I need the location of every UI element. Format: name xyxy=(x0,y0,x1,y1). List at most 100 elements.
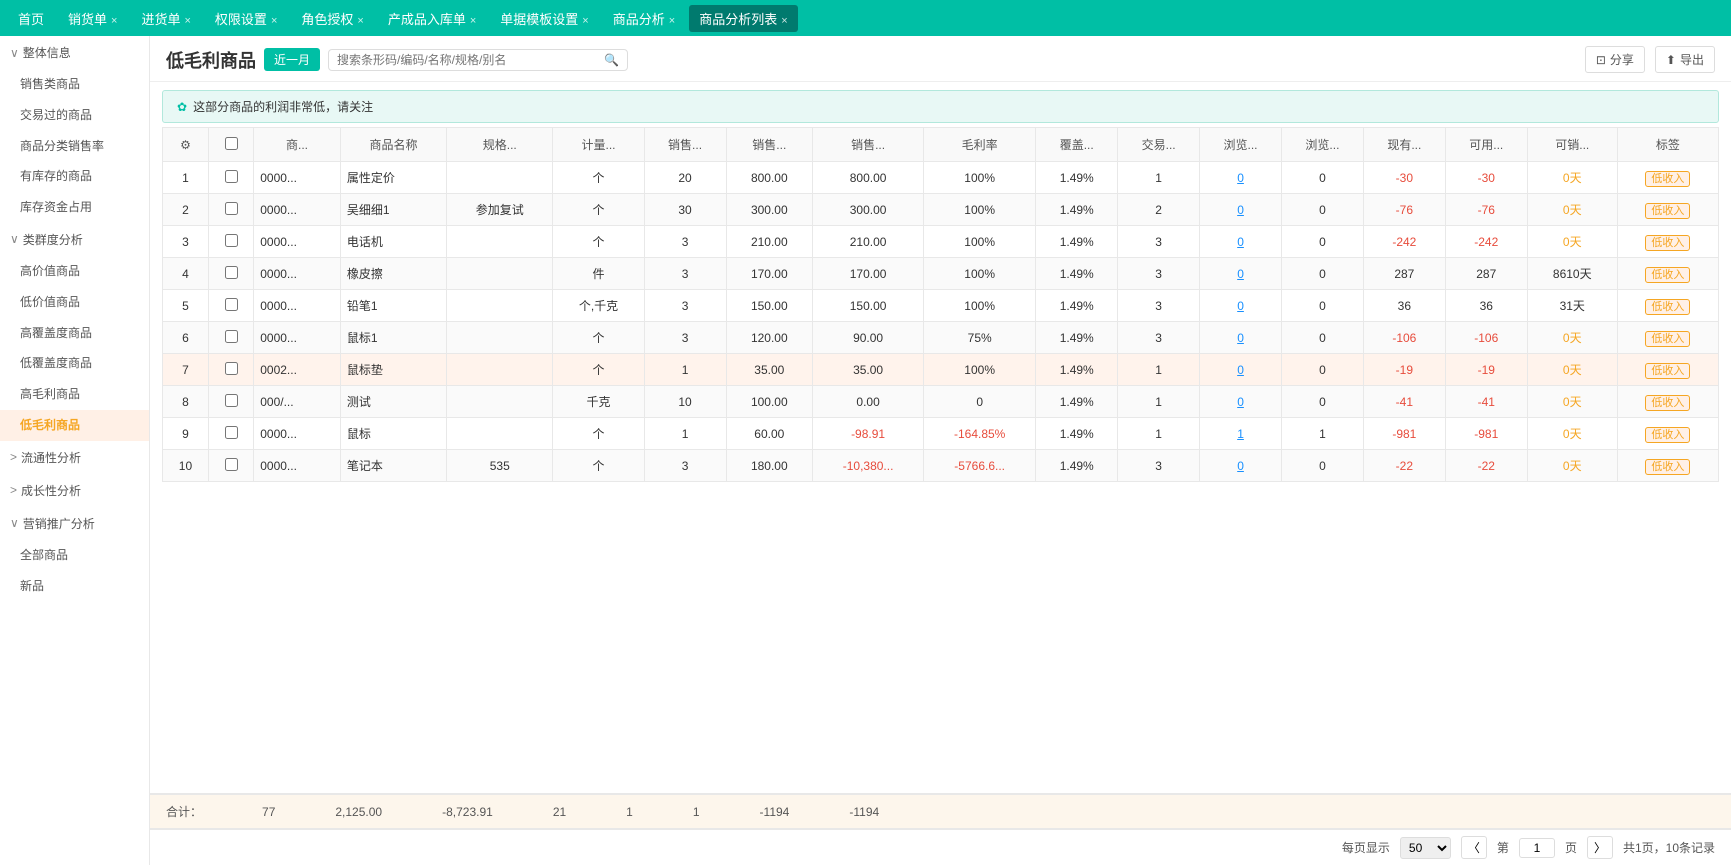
row-spec xyxy=(447,258,553,290)
row-checkbox[interactable] xyxy=(208,418,253,450)
sidebar-item-高毛利商品[interactable]: 高毛利商品 xyxy=(0,379,149,410)
row-select-checkbox[interactable] xyxy=(225,266,238,279)
row-views1[interactable]: 1 xyxy=(1200,418,1282,450)
page-number-input[interactable] xyxy=(1519,838,1555,858)
col-grossrate: 毛利率 xyxy=(924,128,1036,162)
row-views1[interactable]: 0 xyxy=(1200,258,1282,290)
row-salesqty: 3 xyxy=(644,450,726,482)
sidebar-item-高价值商品[interactable]: 高价值商品 xyxy=(0,256,149,287)
nav-item-单据模板设置[interactable]: 单据模板设置× xyxy=(490,5,598,32)
sidebar-item-有库存的商品[interactable]: 有库存的商品 xyxy=(0,161,149,192)
row-unit: 个 xyxy=(553,226,644,258)
row-select-checkbox[interactable] xyxy=(225,202,238,215)
nav-item-角色授权[interactable]: 角色授权× xyxy=(291,5,373,32)
row-select-checkbox[interactable] xyxy=(225,362,238,375)
nav-item-商品分析列表[interactable]: 商品分析列表× xyxy=(689,5,797,32)
sidebar-group-营销推广分析[interactable]: ∨营销推广分析 xyxy=(0,507,149,540)
row-checkbox[interactable] xyxy=(208,194,253,226)
select-all-checkbox[interactable] xyxy=(225,137,238,150)
sidebar-group-成长性分析[interactable]: >成长性分析 xyxy=(0,474,149,507)
nav-item-产成品入库单[interactable]: 产成品入库单× xyxy=(378,5,486,32)
sidebar-group-流通性分析[interactable]: >流通性分析 xyxy=(0,441,149,474)
row-select-checkbox[interactable] xyxy=(225,426,238,439)
footer-salesamt: 2,125.00 xyxy=(335,805,382,819)
row-tag: 低收入 xyxy=(1617,226,1718,258)
sidebar-item-库存资金占用[interactable]: 库存资金占用 xyxy=(0,192,149,223)
close-icon[interactable]: × xyxy=(357,15,363,27)
row-checkbox[interactable] xyxy=(208,226,253,258)
row-currentstock: -30 xyxy=(1363,162,1445,194)
row-grossrate: 100% xyxy=(924,258,1036,290)
row-salesamt: 180.00 xyxy=(726,450,813,482)
sidebar-item-商品分类销售率[interactable]: 商品分类销售率 xyxy=(0,131,149,162)
sidebar-item-低价值商品[interactable]: 低价值商品 xyxy=(0,287,149,318)
row-checkbox[interactable] xyxy=(208,354,253,386)
sidebar-group-类群度分析[interactable]: ∨类群度分析 xyxy=(0,223,149,256)
row-checkbox[interactable] xyxy=(208,386,253,418)
row-saleabledays: 0天 xyxy=(1527,418,1617,450)
col-name: 商品名称 xyxy=(340,128,446,162)
sidebar-item-交易过的商品[interactable]: 交易过的商品 xyxy=(0,100,149,131)
next-page-btn[interactable]: 〉 xyxy=(1587,836,1613,859)
table-row: 1 0000... 属性定价 个 20 800.00 800.00 100% 1… xyxy=(163,162,1719,194)
row-select-checkbox[interactable] xyxy=(225,330,238,343)
share-button[interactable]: ⊡ 分享 xyxy=(1585,46,1645,73)
sidebar-group-整体信息[interactable]: ∨整体信息 xyxy=(0,36,149,69)
close-icon[interactable]: × xyxy=(669,15,675,27)
close-icon[interactable]: × xyxy=(582,15,588,27)
row-select-checkbox[interactable] xyxy=(225,170,238,183)
row-saleabledays: 0天 xyxy=(1527,322,1617,354)
row-views2: 0 xyxy=(1281,162,1363,194)
row-select-checkbox[interactable] xyxy=(225,394,238,407)
row-salesqty: 3 xyxy=(644,226,726,258)
row-checkbox[interactable] xyxy=(208,290,253,322)
row-select-checkbox[interactable] xyxy=(225,234,238,247)
sidebar-item-低毛利商品[interactable]: 低毛利商品 xyxy=(0,410,149,441)
nav-item-商品分析[interactable]: 商品分析× xyxy=(603,5,685,32)
row-checkbox[interactable] xyxy=(208,258,253,290)
sidebar-item-销售类商品[interactable]: 销售类商品 xyxy=(0,69,149,100)
search-input[interactable] xyxy=(337,53,600,67)
row-views1[interactable]: 0 xyxy=(1200,354,1282,386)
row-views1[interactable]: 0 xyxy=(1200,386,1282,418)
search-box: 🔍 xyxy=(328,49,628,71)
expand-arrow: ∨ xyxy=(10,232,19,246)
row-spec xyxy=(447,418,553,450)
nav-item-进货单[interactable]: 进货单× xyxy=(131,5,200,32)
row-views1[interactable]: 0 xyxy=(1200,322,1282,354)
close-icon[interactable]: × xyxy=(781,15,787,27)
row-checkbox[interactable] xyxy=(208,450,253,482)
sidebar-item-高覆盖度商品[interactable]: 高覆盖度商品 xyxy=(0,318,149,349)
row-salesqty: 10 xyxy=(644,386,726,418)
close-icon[interactable]: × xyxy=(184,15,190,27)
main-layout: ∨整体信息销售类商品交易过的商品商品分类销售率有库存的商品库存资金占用∨类群度分… xyxy=(0,36,1731,865)
close-icon[interactable]: × xyxy=(111,15,117,27)
row-salesqty: 20 xyxy=(644,162,726,194)
search-icon[interactable]: 🔍 xyxy=(604,53,619,67)
col-settings[interactable]: ⚙ xyxy=(163,128,209,162)
row-views1[interactable]: 0 xyxy=(1200,450,1282,482)
period-button[interactable]: 近一月 xyxy=(264,48,320,71)
row-views1[interactable]: 0 xyxy=(1200,226,1282,258)
nav-item-销货单[interactable]: 销货单× xyxy=(58,5,127,32)
row-views1[interactable]: 0 xyxy=(1200,162,1282,194)
prev-page-btn[interactable]: 〈 xyxy=(1461,836,1487,859)
sidebar-item-低覆盖度商品[interactable]: 低覆盖度商品 xyxy=(0,348,149,379)
row-checkbox[interactable] xyxy=(208,162,253,194)
page-title: 低毛利商品 xyxy=(166,47,256,73)
row-name: 笔记本 xyxy=(340,450,446,482)
row-select-checkbox[interactable] xyxy=(225,298,238,311)
export-button[interactable]: ⬆ 导出 xyxy=(1655,46,1715,73)
row-views1[interactable]: 0 xyxy=(1200,194,1282,226)
sidebar-item-新品[interactable]: 新品 xyxy=(0,571,149,602)
nav-item-权限设置[interactable]: 权限设置× xyxy=(205,5,287,32)
nav-item-首页[interactable]: 首页 xyxy=(8,5,54,32)
close-icon[interactable]: × xyxy=(470,15,476,27)
row-select-checkbox[interactable] xyxy=(225,458,238,471)
per-page-select[interactable]: 50 100 200 xyxy=(1400,837,1451,859)
sidebar-item-全部商品[interactable]: 全部商品 xyxy=(0,540,149,571)
row-views1[interactable]: 0 xyxy=(1200,290,1282,322)
row-checkbox[interactable] xyxy=(208,322,253,354)
close-icon[interactable]: × xyxy=(271,15,277,27)
row-index: 8 xyxy=(163,386,209,418)
